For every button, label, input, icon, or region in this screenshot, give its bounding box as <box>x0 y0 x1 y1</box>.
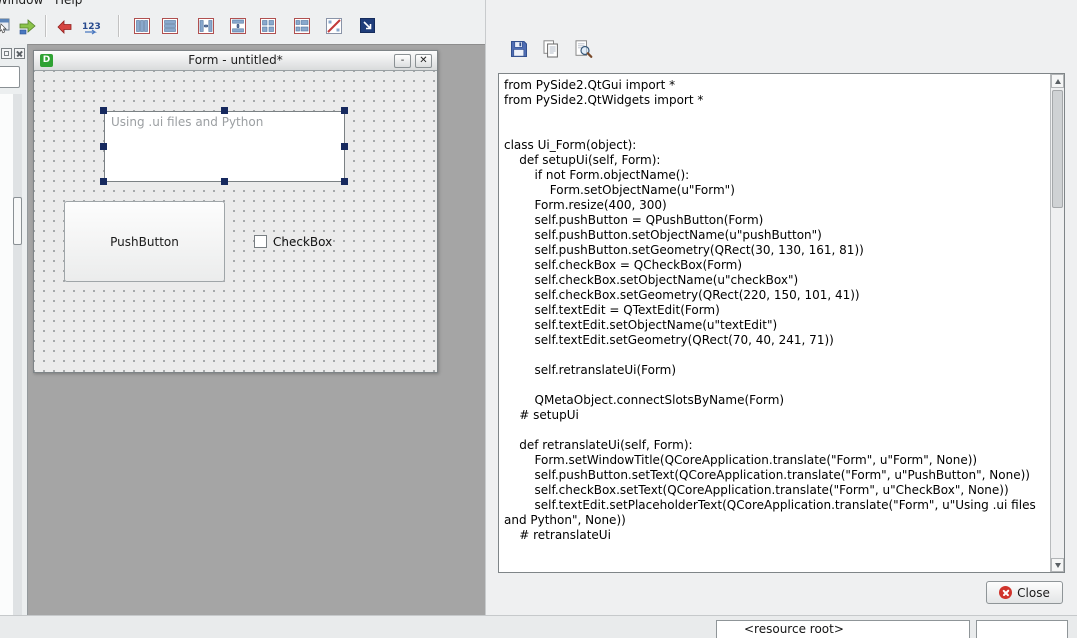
selection-handle-bottom-middle[interactable] <box>221 178 228 185</box>
code-preview-dialog: from PySide2.QtGui import * from PySide2… <box>485 0 1077 615</box>
form-window-titlebar[interactable]: D Form - untitled* - ✕ <box>34 51 437 71</box>
resource-browser-panel[interactable]: <resource root> <box>716 620 970 638</box>
splitter-vertical-icon[interactable] <box>226 13 250 39</box>
selection-handle-bottom-left[interactable] <box>100 178 107 185</box>
pushbutton-widget[interactable]: PushButton <box>64 201 225 282</box>
close-red-icon <box>999 586 1012 599</box>
scrollbar-thumb[interactable] <box>1052 90 1063 208</box>
checkbox-indicator[interactable] <box>254 235 267 248</box>
layout-horizontal-icon[interactable] <box>130 13 154 39</box>
resource-preview-panel <box>976 620 1068 638</box>
checkbox-widget[interactable]: CheckBox <box>254 221 355 262</box>
layout-form-icon[interactable] <box>290 13 314 39</box>
copy-icon[interactable] <box>538 36 564 62</box>
selection-handle-top-left[interactable] <box>100 107 107 114</box>
close-dialog-button[interactable]: Close <box>986 581 1063 604</box>
selection-handle-top-middle[interactable] <box>221 107 228 114</box>
checkbox-label: CheckBox <box>273 235 332 249</box>
code-text: from PySide2.QtGui import * from PySide2… <box>499 74 1050 572</box>
layout-vertical-icon[interactable] <box>158 13 182 39</box>
dock-scrollbar-thumb[interactable] <box>13 197 22 245</box>
form-designer-window[interactable]: D Form - untitled* - ✕ Using .ui files a… <box>33 50 438 373</box>
adjust-size-icon[interactable] <box>356 13 380 39</box>
widget-filter-input[interactable] <box>0 66 20 88</box>
close-button-label: Close <box>1017 586 1050 600</box>
toolbar-separator <box>118 15 120 37</box>
layout-grid-icon[interactable] <box>256 13 280 39</box>
textedit-placeholder: Using .ui files and Python <box>105 112 344 132</box>
find-icon[interactable] <box>570 36 596 62</box>
splitter-horizontal-icon[interactable] <box>194 13 218 39</box>
edit-signals-slots-icon[interactable] <box>16 13 40 39</box>
form-window-title: Form - untitled* <box>34 53 437 67</box>
scroll-up-icon[interactable] <box>1051 74 1064 88</box>
selection-handle-middle-left[interactable] <box>100 143 107 150</box>
form-canvas[interactable]: Using .ui files and Python PushButton Ch… <box>34 71 437 372</box>
menu-help[interactable]: Help <box>55 0 82 7</box>
toolbar-separator <box>45 15 47 37</box>
widget-box-dock <box>0 44 28 615</box>
dock-float-icon[interactable] <box>1 48 12 59</box>
edit-buddies-icon[interactable] <box>52 13 76 39</box>
menu-window[interactable]: Window <box>0 0 43 7</box>
resource-root-item[interactable]: <resource root> <box>717 621 969 638</box>
edit-widgets-icon[interactable] <box>0 13 14 39</box>
scroll-down-icon[interactable] <box>1051 558 1064 572</box>
dock-scrollbar-track <box>13 94 22 615</box>
selection-handle-middle-right[interactable] <box>341 143 348 150</box>
textedit-widget[interactable]: Using .ui files and Python <box>104 111 345 182</box>
save-icon[interactable] <box>506 36 532 62</box>
minimize-button[interactable]: - <box>394 54 411 68</box>
close-button[interactable]: ✕ <box>415 54 432 68</box>
break-layout-icon[interactable] <box>322 13 346 39</box>
dock-close-icon[interactable] <box>14 48 25 59</box>
widget-box-list[interactable] <box>0 94 13 615</box>
selection-handle-bottom-right[interactable] <box>341 178 348 185</box>
edit-tab-order-icon[interactable]: 123 <box>80 13 104 39</box>
selection-handle-top-right[interactable] <box>341 107 348 114</box>
code-scrollbar <box>1050 74 1064 572</box>
code-view[interactable]: from PySide2.QtGui import * from PySide2… <box>498 73 1065 573</box>
svg-text:123: 123 <box>82 22 101 32</box>
menu-bar: Window Help <box>0 0 480 8</box>
